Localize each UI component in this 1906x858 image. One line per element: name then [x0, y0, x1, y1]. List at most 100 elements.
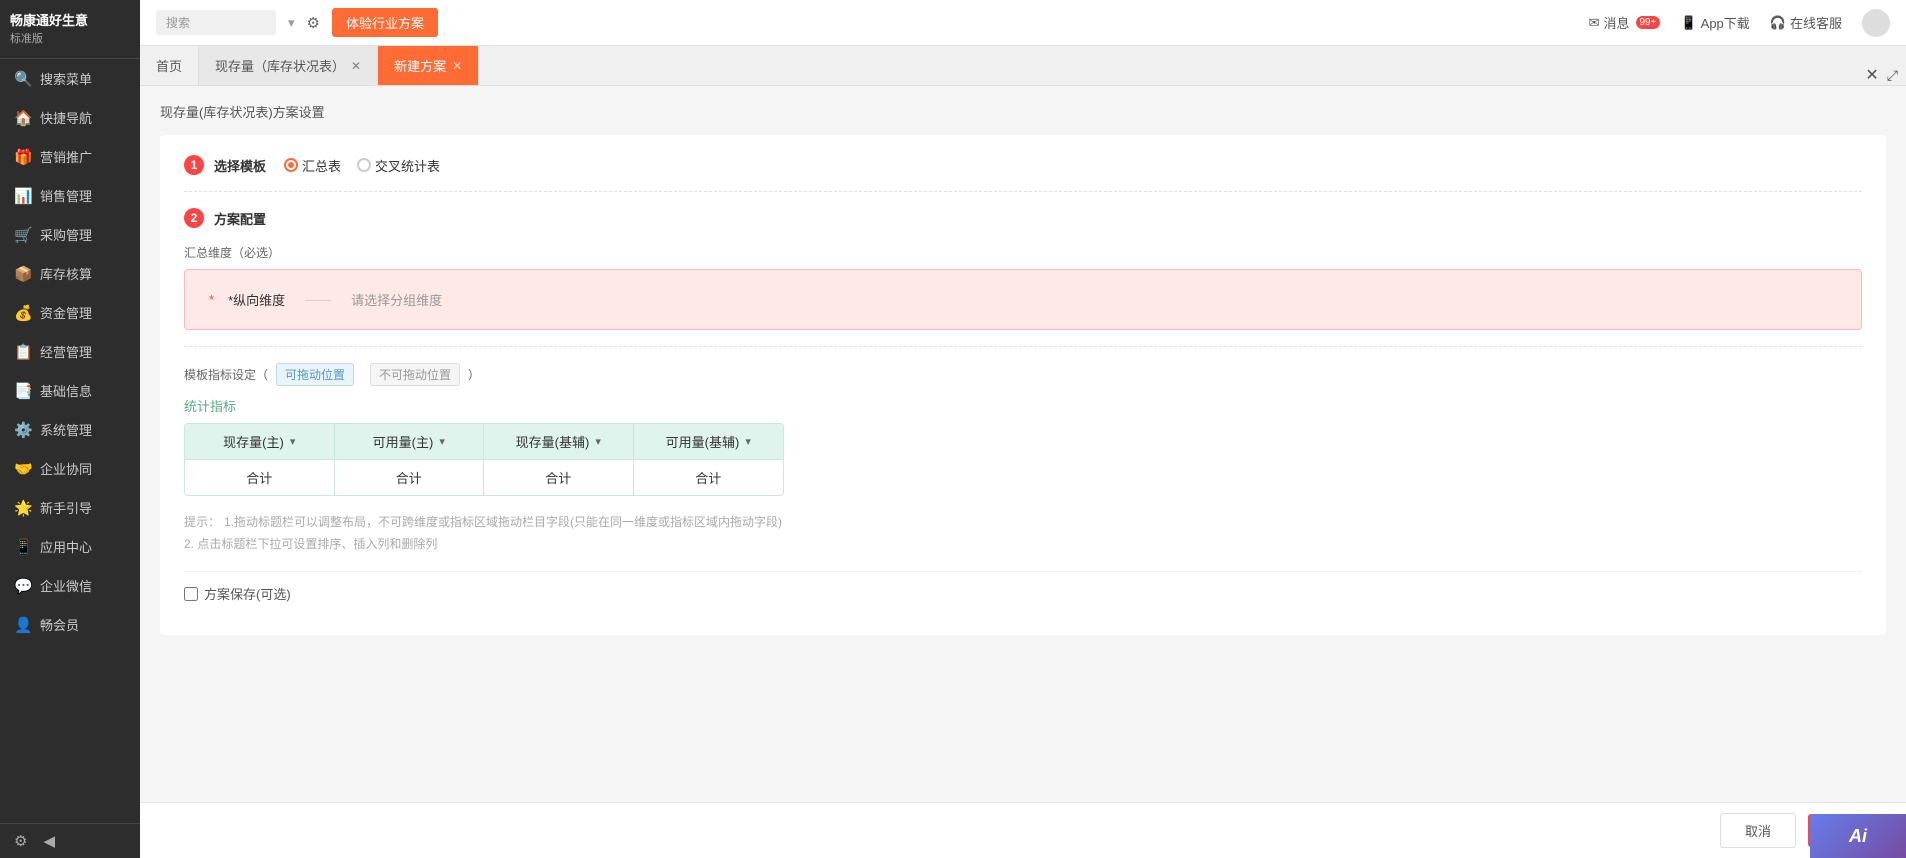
tip-1: 1.拖动标题栏可以调整布局，不可跨维度或指标区域拖动栏目字段(只能在同一维度或指…: [224, 512, 782, 534]
close-panel-icon[interactable]: ✕: [1865, 65, 1878, 85]
headset-icon: 🎧: [1770, 15, 1786, 31]
settings-icon[interactable]: ⚙: [307, 14, 320, 32]
step2-divider: [184, 346, 1862, 347]
content-area: 现存量(库存状况表)方案设置 1 选择模板 汇总表 交叉统计表: [140, 86, 1906, 802]
col4-dropdown-icon[interactable]: ▾: [745, 435, 751, 448]
stats-header-col3[interactable]: 现存量(基辅) ▾: [484, 424, 634, 459]
avatar[interactable]: [1862, 9, 1890, 37]
tab-home[interactable]: 首页: [140, 46, 199, 85]
radio-dot-cross: [357, 158, 371, 172]
sidebar-item-label: 快捷导航: [40, 108, 92, 127]
topbar: 搜索 ▾ ⚙ 体验行业方案 ✉ 消息 99+ 📱 App下载 🎧 在线客服: [140, 0, 1906, 46]
search-box[interactable]: 搜索: [156, 10, 276, 35]
ai-float-button[interactable]: Ai: [1810, 814, 1906, 858]
col3-dropdown-icon[interactable]: ▾: [595, 435, 601, 448]
sidebar-item-label: 企业协同: [40, 459, 92, 478]
settings-panel: 1 选择模板 汇总表 交叉统计表 2 方案配置: [160, 135, 1886, 635]
tip-2-line: 2. 点击标题栏下拉可设置排序、插入列和删除列: [184, 534, 1862, 556]
collapse-footer-icon[interactable]: ◀: [43, 832, 55, 850]
sidebar-item-new-guide[interactable]: 🌟 新手引导: [0, 488, 140, 527]
sidebar-item-basic-info[interactable]: 📑 基础信息: [0, 371, 140, 410]
stats-table: 现存量(主) ▾ 可用量(主) ▾ 现存量(基辅) ▾ 可用量(基辅): [184, 423, 784, 496]
logo-title: 畅康通好生意: [10, 12, 130, 30]
tabs-bar: 首页 现存量（库存状况表） ✕ 新建方案 ✕ ✕ ⤢: [140, 46, 1906, 86]
gift-icon: 🎁: [14, 148, 32, 166]
save-label: 方案保存(可选): [204, 584, 291, 603]
settings-footer-icon[interactable]: ⚙: [14, 832, 27, 850]
step2-row: 2 方案配置: [184, 208, 1862, 228]
logo-sub: 标准版: [10, 30, 130, 46]
sidebar: 畅康通好生意 标准版 🔍 搜索菜单 🏠 快捷导航 🎁 营销推广 📊 销售管理 🛒…: [0, 0, 140, 858]
sidebar-item-label: 系统管理: [40, 420, 92, 439]
message-button[interactable]: ✉ 消息 99+: [1589, 13, 1661, 32]
sidebar-item-label: 企业微信: [40, 576, 92, 595]
tab-new-scheme[interactable]: 新建方案 ✕: [378, 46, 479, 85]
footer-bar: 取消 查询: [140, 802, 1906, 858]
app-icon: 📱: [1680, 15, 1696, 31]
gear-icon: ⚙️: [14, 421, 32, 439]
stats-cell-1-4: 合计: [634, 460, 784, 495]
dim-dash: ——: [305, 292, 331, 307]
box-icon: 📦: [14, 265, 32, 283]
tab-inventory-status[interactable]: 现存量（库存状况表） ✕: [199, 46, 378, 85]
sidebar-item-inventory[interactable]: 📦 库存核算: [0, 254, 140, 293]
radio-cross[interactable]: 交叉统计表: [357, 156, 440, 175]
tab-active-close-icon[interactable]: ✕: [452, 59, 462, 73]
customer-service-button[interactable]: 🎧 在线客服: [1770, 13, 1842, 32]
stats-cell-1-3: 合计: [484, 460, 634, 495]
expand-icon[interactable]: ⤢: [1887, 67, 1898, 84]
message-icon: ✉: [1589, 15, 1600, 31]
stats-header-col1[interactable]: 现存量(主) ▾: [185, 424, 335, 459]
tab-label: 新建方案: [394, 56, 446, 75]
app-download-button[interactable]: 📱 App下载: [1680, 13, 1749, 32]
main-area: 搜索 ▾ ⚙ 体验行业方案 ✉ 消息 99+ 📱 App下载 🎧 在线客服 首页: [140, 0, 1906, 858]
sidebar-item-app-center[interactable]: 📱 应用中心: [0, 527, 140, 566]
sidebar-item-search-menu[interactable]: 🔍 搜索菜单: [0, 59, 140, 98]
money-icon: 💰: [14, 304, 32, 322]
stats-header-col2[interactable]: 可用量(主) ▾: [335, 424, 485, 459]
sidebar-item-sales[interactable]: 📊 销售管理: [0, 176, 140, 215]
trial-button[interactable]: 体验行业方案: [332, 8, 438, 37]
star-icon: 🌟: [14, 499, 32, 517]
sidebar-item-purchase[interactable]: 🛒 采购管理: [0, 215, 140, 254]
document-icon: 📑: [14, 382, 32, 400]
sidebar-item-label: 畅会员: [40, 615, 79, 634]
dropdown-arrow-icon[interactable]: ▾: [288, 15, 295, 31]
col2-dropdown-icon[interactable]: ▾: [439, 435, 445, 448]
indicator-suffix: ）: [468, 366, 480, 383]
col1-label: 现存量(主): [223, 432, 284, 451]
tips-header-label: 提示：: [184, 512, 220, 534]
save-checkbox[interactable]: [184, 587, 198, 601]
sidebar-scroll: 🔍 搜索菜单 🏠 快捷导航 🎁 营销推广 📊 销售管理 🛒 采购管理 📦 库存核…: [0, 59, 140, 823]
sidebar-item-finance[interactable]: 💰 资金管理: [0, 293, 140, 332]
radio-summary-label: 汇总表: [302, 156, 341, 175]
sidebar-item-member[interactable]: 👤 畅会员: [0, 605, 140, 644]
step2-label: 方案配置: [214, 209, 266, 228]
col1-dropdown-icon[interactable]: ▾: [290, 435, 296, 448]
search-menu-icon: 🔍: [14, 70, 32, 88]
sidebar-item-marketing[interactable]: 🎁 营销推广: [0, 137, 140, 176]
stats-cell-1-1: 合计: [185, 460, 335, 495]
tab-close-icon[interactable]: ✕: [351, 59, 361, 73]
stats-header-col4[interactable]: 可用量(基辅) ▾: [634, 424, 784, 459]
page-title: 现存量(库存状况表)方案设置: [160, 102, 1886, 121]
vertical-dim-label: *纵向维度: [228, 290, 285, 309]
sidebar-item-quick-nav[interactable]: 🏠 快捷导航: [0, 98, 140, 137]
no-drag-badge: 不可拖动位置: [370, 363, 460, 386]
indicator-settings-label: 模板指标设定（ 可拖动位置 不可拖动位置 ）: [184, 363, 1862, 386]
app-download-label: App下载: [1701, 13, 1750, 32]
stats-table-header: 现存量(主) ▾ 可用量(主) ▾ 现存量(基辅) ▾ 可用量(基辅): [185, 424, 783, 459]
sidebar-item-wechat[interactable]: 💬 企业微信: [0, 566, 140, 605]
home-icon: 🏠: [14, 109, 32, 127]
radio-cross-label: 交叉统计表: [375, 156, 440, 175]
sidebar-item-system[interactable]: ⚙️ 系统管理: [0, 410, 140, 449]
vertical-dim-area[interactable]: * *纵向维度 —— 请选择分组维度: [184, 269, 1862, 330]
cancel-button[interactable]: 取消: [1720, 813, 1796, 848]
sidebar-item-label: 应用中心: [40, 537, 92, 556]
tip-header: 提示： 1.拖动标题栏可以调整布局，不可跨维度或指标区域拖动栏目字段(只能在同一…: [184, 512, 1862, 534]
sidebar-item-operations[interactable]: 📋 经营管理: [0, 332, 140, 371]
radio-summary[interactable]: 汇总表: [284, 156, 341, 175]
tips-area: 提示： 1.拖动标题栏可以调整布局，不可跨维度或指标区域拖动栏目字段(只能在同一…: [184, 512, 1862, 555]
sidebar-item-cooperation[interactable]: 🤝 企业协同: [0, 449, 140, 488]
sidebar-item-label: 资金管理: [40, 303, 92, 322]
